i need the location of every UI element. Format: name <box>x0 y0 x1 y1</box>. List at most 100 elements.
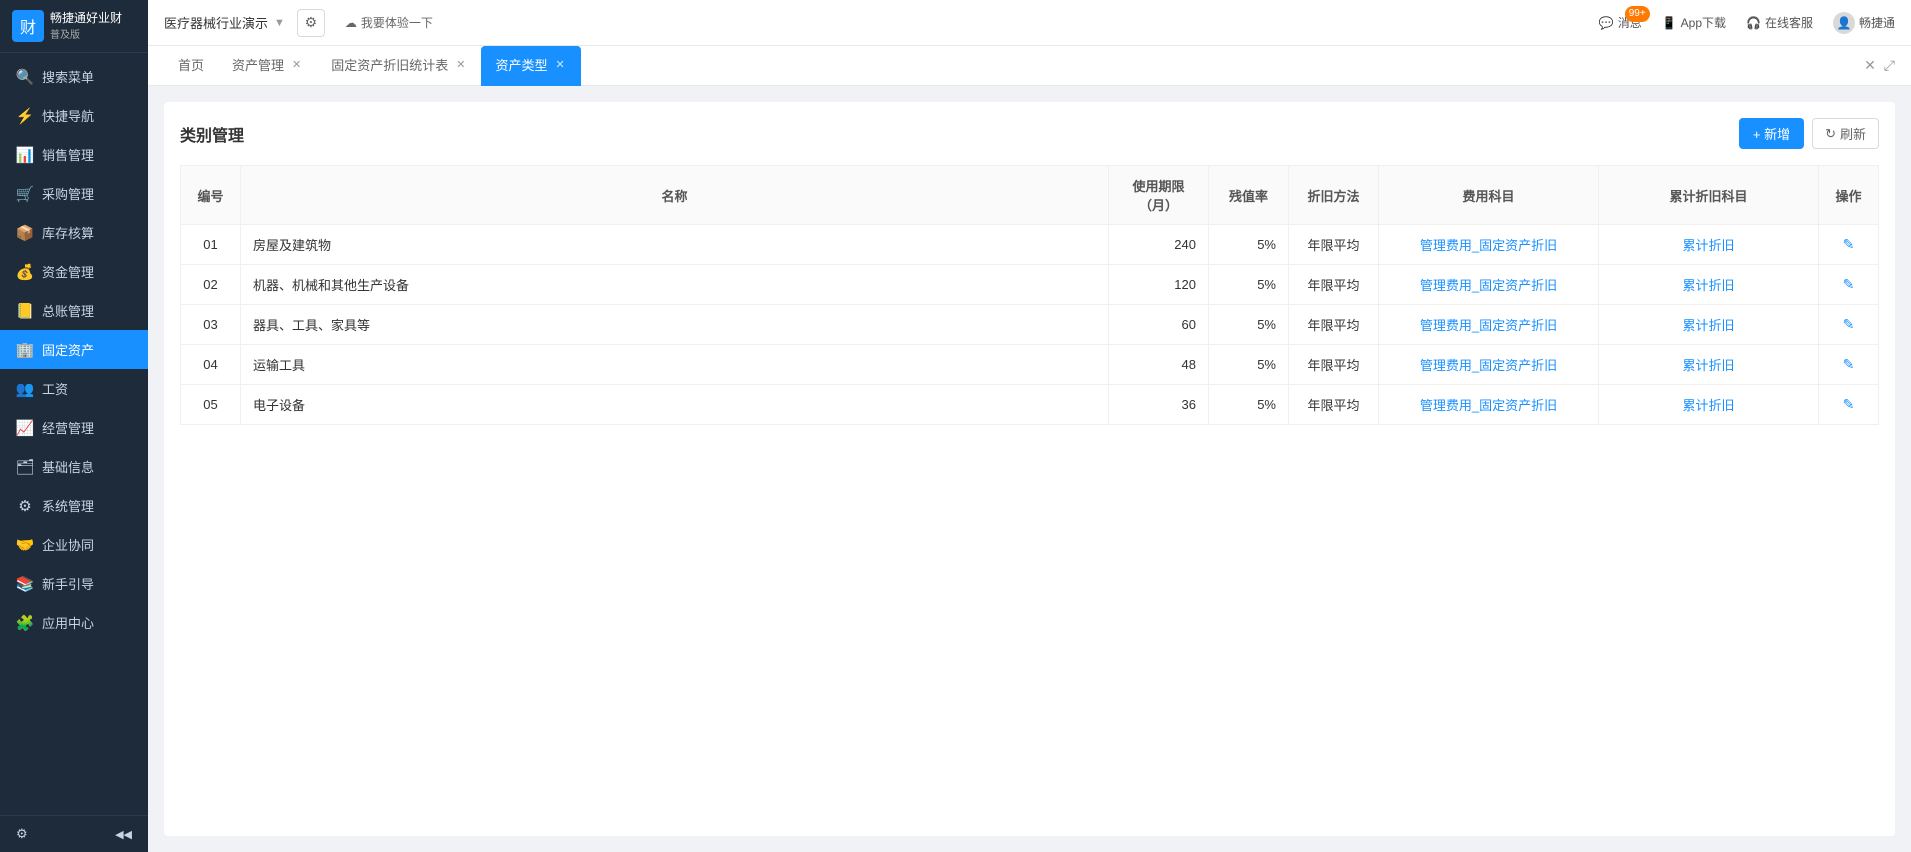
tab-close-all-icon[interactable]: ✕ <box>1864 57 1876 74</box>
sidebar-item-搜索菜单[interactable]: 🔍 搜索菜单 <box>0 57 148 96</box>
cell-name-0: 房屋及建筑物 <box>241 225 1109 265</box>
experience-btn[interactable]: ☁ 我要体验一下 <box>345 14 433 31</box>
logo-badge: 普及版 <box>50 26 122 41</box>
sidebar-item-总账管理[interactable]: 📒 总账管理 <box>0 291 148 330</box>
cloud-icon: ☁ <box>345 16 357 30</box>
cell-name-4: 电子设备 <box>241 385 1109 425</box>
sidebar-icon-8: 👥 <box>16 380 34 398</box>
app-download-btn[interactable]: 📱 App下载 <box>1662 14 1726 31</box>
sidebar-item-新手引导[interactable]: 📚 新手引导 <box>0 564 148 603</box>
sidebar-label-11: 系统管理 <box>42 496 94 515</box>
sidebar-label-1: 快捷导航 <box>42 106 94 125</box>
cell-residual-1: 5% <box>1209 265 1289 305</box>
edit-btn-2[interactable]: ✎ <box>1843 316 1855 332</box>
cell-method-0: 年限平均 <box>1289 225 1379 265</box>
sidebar-label-4: 库存核算 <box>42 223 94 242</box>
sidebar-label-7: 固定资产 <box>42 340 94 359</box>
sidebar-item-基础信息[interactable]: 🗂 基础信息 <box>0 447 148 486</box>
cell-method-1: 年限平均 <box>1289 265 1379 305</box>
sidebar-item-快捷导航[interactable]: ⚡ 快捷导航 <box>0 96 148 135</box>
tab-asset-management[interactable]: 资产管理 ✕ <box>218 46 317 86</box>
tab-depreciation-table[interactable]: 固定资产折旧统计表 ✕ <box>317 46 481 86</box>
col-header-accum: 累计折旧科目 <box>1599 166 1819 225</box>
tab-asset-type-close[interactable]: ✕ <box>554 57 567 72</box>
page-actions: + 新增 ↻ 刷新 <box>1739 118 1879 149</box>
sidebar-label-2: 销售管理 <box>42 145 94 164</box>
tab-asset-management-close[interactable]: ✕ <box>290 57 303 72</box>
username-label: 畅捷通 <box>1859 14 1895 31</box>
sidebar-nav: 🔍 搜索菜单 ⚡ 快捷导航 📊 销售管理 🛒 采购管理 📦 库存核算 💰 资金管… <box>0 53 148 815</box>
sidebar-icon-11: ⚙ <box>16 497 34 515</box>
sidebar-icon-5: 💰 <box>16 263 34 281</box>
tab-depreciation-table-close[interactable]: ✕ <box>454 57 467 72</box>
cell-residual-2: 5% <box>1209 305 1289 345</box>
refresh-button[interactable]: ↻ 刷新 <box>1812 118 1879 149</box>
sidebar-label-0: 搜索菜单 <box>42 67 94 86</box>
cell-accum-0: 累计折旧 <box>1599 225 1819 265</box>
new-button[interactable]: + 新增 <box>1739 118 1804 149</box>
tab-asset-type-label: 资产类型 <box>495 55 547 74</box>
sidebar-icon-0: 🔍 <box>16 68 34 86</box>
messages-btn[interactable]: 💬 消息 99+ <box>1599 14 1642 31</box>
module-name: 医疗器械行业演示 <box>164 13 268 32</box>
sidebar-item-库存核算[interactable]: 📦 库存核算 <box>0 213 148 252</box>
page-title: 类别管理 <box>180 122 244 146</box>
page-card: 类别管理 + 新增 ↻ 刷新 编号 名称 使用期限（月） 残值率 <box>164 102 1895 836</box>
sidebar-item-应用中心[interactable]: 🧩 应用中心 <box>0 603 148 642</box>
edit-btn-1[interactable]: ✎ <box>1843 276 1855 292</box>
edit-btn-0[interactable]: ✎ <box>1843 236 1855 252</box>
sidebar-item-采购管理[interactable]: 🛒 采购管理 <box>0 174 148 213</box>
edit-btn-3[interactable]: ✎ <box>1843 356 1855 372</box>
sidebar-label-3: 采购管理 <box>42 184 94 203</box>
table-row: 02 机器、机械和其他生产设备 120 5% 年限平均 管理费用_固定资产折旧 … <box>181 265 1879 305</box>
app-download-label: App下载 <box>1681 14 1726 31</box>
cell-accum-3: 累计折旧 <box>1599 345 1819 385</box>
settings-icon[interactable]: ⚙ <box>16 826 28 842</box>
sidebar-item-工资[interactable]: 👥 工资 <box>0 369 148 408</box>
edit-btn-4[interactable]: ✎ <box>1843 396 1855 412</box>
tab-asset-type[interactable]: 资产类型 ✕ <box>481 46 580 86</box>
cell-residual-4: 5% <box>1209 385 1289 425</box>
col-header-expense: 费用科目 <box>1379 166 1599 225</box>
cell-action-3: ✎ <box>1819 345 1879 385</box>
sidebar-footer: ⚙ ◀◀ <box>0 815 148 852</box>
message-icon: 💬 <box>1599 16 1614 30</box>
cell-code-3: 04 <box>181 345 241 385</box>
tabs-right-actions: ✕ ⤢ <box>1864 57 1895 74</box>
collapse-icon[interactable]: ◀◀ <box>115 828 132 841</box>
sidebar-item-系统管理[interactable]: ⚙ 系统管理 <box>0 486 148 525</box>
cell-name-2: 器具、工具、家具等 <box>241 305 1109 345</box>
user-profile-btn[interactable]: 👤 畅捷通 <box>1833 12 1895 34</box>
module-selector[interactable]: 医疗器械行业演示 ▼ <box>164 13 285 32</box>
sidebar-label-10: 基础信息 <box>42 457 94 476</box>
topbar-right: 💬 消息 99+ 📱 App下载 🎧 在线客服 👤 畅捷通 <box>1599 12 1895 34</box>
tab-expand-icon[interactable]: ⤢ <box>1884 57 1895 74</box>
customer-service-label: 在线客服 <box>1765 14 1813 31</box>
sidebar-icon-4: 📦 <box>16 224 34 242</box>
tab-asset-management-label: 资产管理 <box>232 55 284 74</box>
user-avatar-icon: 👤 <box>1833 12 1855 34</box>
sidebar-label-13: 新手引导 <box>42 574 94 593</box>
tab-depreciation-table-label: 固定资产折旧统计表 <box>331 55 448 74</box>
sidebar-item-企业协同[interactable]: 🤝 企业协同 <box>0 525 148 564</box>
cell-period-2: 60 <box>1109 305 1209 345</box>
col-header-name: 名称 <box>241 166 1109 225</box>
sidebar-item-经营管理[interactable]: 📈 经营管理 <box>0 408 148 447</box>
sidebar-item-固定资产[interactable]: 🏢 固定资产 <box>0 330 148 369</box>
cell-name-1: 机器、机械和其他生产设备 <box>241 265 1109 305</box>
tab-home[interactable]: 首页 <box>164 46 218 86</box>
cell-code-2: 03 <box>181 305 241 345</box>
sidebar-icon-3: 🛒 <box>16 185 34 203</box>
cell-action-4: ✎ <box>1819 385 1879 425</box>
main-area: 医疗器械行业演示 ▼ ⚙ ☁ 我要体验一下 💬 消息 99+ 📱 App下载 🎧… <box>148 0 1911 852</box>
sidebar-item-销售管理[interactable]: 📊 销售管理 <box>0 135 148 174</box>
sidebar-item-资金管理[interactable]: 💰 资金管理 <box>0 252 148 291</box>
module-settings-btn[interactable]: ⚙ <box>297 9 325 37</box>
customer-service-btn[interactable]: 🎧 在线客服 <box>1746 14 1813 31</box>
cell-expense-3: 管理费用_固定资产折旧 <box>1379 345 1599 385</box>
sidebar-label-8: 工资 <box>42 379 68 398</box>
col-header-action: 操作 <box>1819 166 1879 225</box>
cell-code-1: 02 <box>181 265 241 305</box>
sidebar-icon-12: 🤝 <box>16 536 34 554</box>
logo-title: 畅捷通好业财 <box>50 11 122 27</box>
